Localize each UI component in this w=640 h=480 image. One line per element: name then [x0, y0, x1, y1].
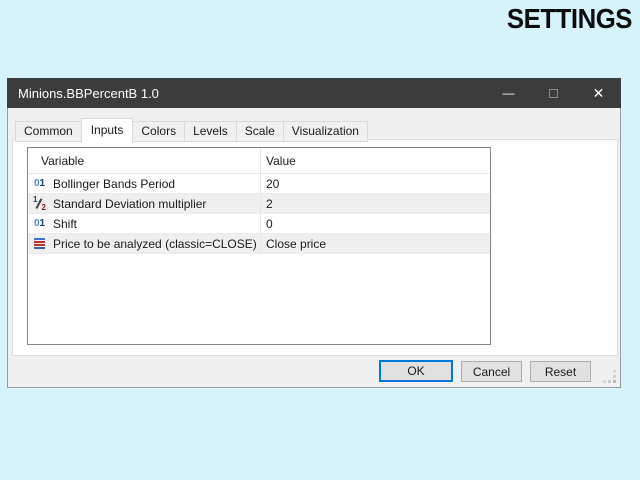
- variable-label: Price to be analyzed (classic=CLOSE): [53, 236, 257, 251]
- variable-label: Shift: [53, 216, 78, 231]
- variable-label: Standard Deviation multiplier: [53, 196, 207, 211]
- settings-watermark: SETTINGS: [506, 3, 633, 34]
- close-button[interactable]: ✕: [576, 78, 621, 108]
- tab-common[interactable]: Common: [15, 121, 82, 142]
- value-cell[interactable]: 20: [260, 174, 490, 193]
- resize-grip[interactable]: [613, 380, 616, 383]
- close-icon: ✕: [592, 84, 605, 101]
- maximize-icon: [549, 88, 558, 98]
- table-row[interactable]: 01 Shift 0: [28, 214, 490, 234]
- column-header-value: Value: [260, 148, 490, 173]
- table-header-row: Variable Value: [28, 148, 490, 174]
- minimize-button[interactable]: —: [486, 78, 531, 108]
- cancel-button[interactable]: Cancel: [461, 361, 522, 382]
- tab-levels[interactable]: Levels: [184, 121, 237, 142]
- dialog-title: Minions.BBPercentB 1.0: [18, 85, 159, 101]
- price-lines-icon: [31, 237, 48, 250]
- tab-colors[interactable]: Colors: [132, 121, 186, 142]
- value-cell[interactable]: 0: [260, 214, 490, 233]
- indicator-settings-dialog: Minions.BBPercentB 1.0 — ✕ Common Inputs…: [7, 78, 621, 388]
- maximize-button[interactable]: [531, 78, 576, 108]
- ok-button[interactable]: OK: [379, 360, 453, 382]
- minimize-icon: —: [502, 86, 515, 100]
- variable-cell: 01 Shift: [28, 214, 260, 233]
- value-cell[interactable]: 2: [260, 194, 490, 213]
- tab-bar: Common Inputs Colors Levels Scale Visual…: [15, 118, 368, 143]
- variable-cell: 01 Bollinger Bands Period: [28, 174, 260, 193]
- value-cell[interactable]: Close price: [260, 234, 490, 253]
- parameters-table: Variable Value 01 Bollinger Bands Period…: [27, 147, 491, 345]
- fraction-half-icon: 12: [33, 195, 46, 212]
- variable-label: Bollinger Bands Period: [53, 176, 176, 191]
- inputs-tab-page: Variable Value 01 Bollinger Bands Period…: [12, 139, 618, 356]
- tab-scale[interactable]: Scale: [235, 121, 284, 142]
- tab-visualization[interactable]: Visualization: [282, 121, 368, 142]
- table-row[interactable]: 01 Bollinger Bands Period 20: [28, 174, 490, 194]
- table-row[interactable]: 12 Standard Deviation multiplier 2: [28, 194, 490, 214]
- table-row[interactable]: Price to be analyzed (classic=CLOSE) Clo…: [28, 234, 490, 254]
- integer-01-icon: 01: [33, 177, 46, 189]
- dialog-titlebar[interactable]: Minions.BBPercentB 1.0 — ✕: [7, 78, 621, 108]
- integer-01-icon: 01: [33, 217, 46, 229]
- tab-inputs[interactable]: Inputs: [80, 118, 134, 143]
- variable-cell: Price to be analyzed (classic=CLOSE): [28, 234, 260, 253]
- column-header-variable: Variable: [41, 153, 85, 168]
- reset-button[interactable]: Reset: [530, 361, 591, 382]
- variable-cell: 12 Standard Deviation multiplier: [28, 194, 260, 213]
